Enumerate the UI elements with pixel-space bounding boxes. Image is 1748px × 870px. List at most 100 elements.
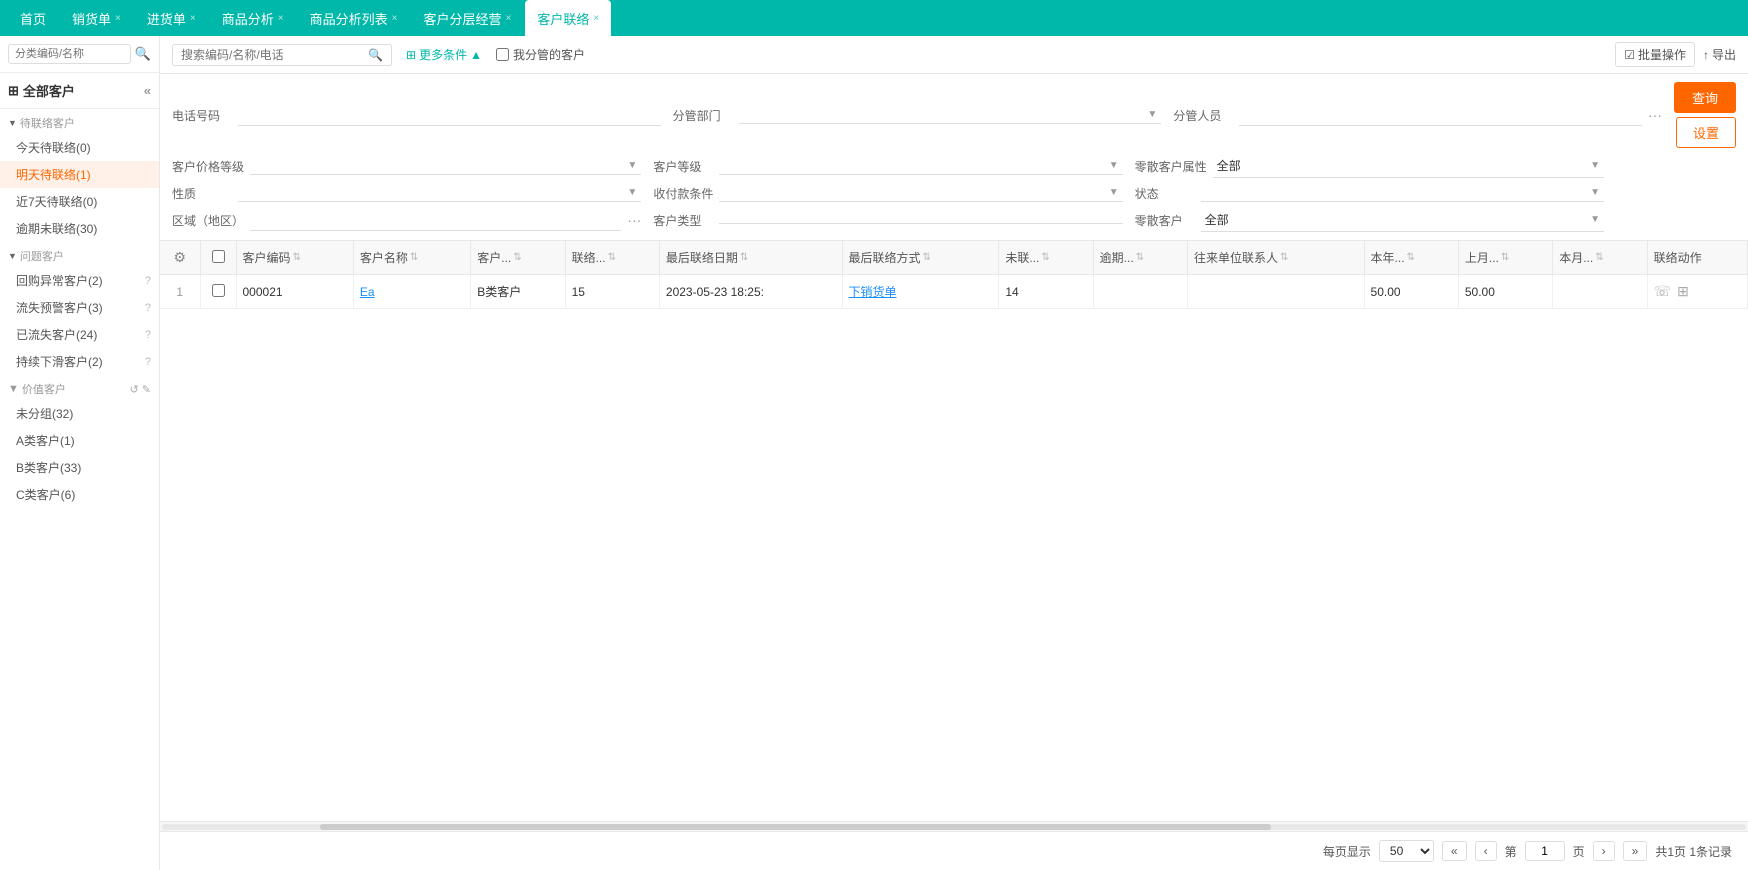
sidebar-problem-item[interactable]: 流失预警客户(3)?	[0, 294, 159, 321]
help-icon[interactable]: ?	[145, 356, 151, 368]
select-all-checkbox[interactable]	[212, 250, 225, 263]
last-contact-method-cell[interactable]: 下销货单	[842, 275, 999, 309]
checkbox-column-header[interactable]	[200, 241, 236, 275]
sidebar-pending-item[interactable]: 近7天待联络(0)	[0, 188, 159, 215]
nav-item-客户联络[interactable]: 客户联络×	[525, 0, 611, 36]
first-page-button[interactable]: «	[1442, 841, 1467, 861]
sidebar-search-input[interactable]	[8, 44, 131, 64]
payment-select[interactable]: ▼	[719, 184, 1122, 202]
setting-button[interactable]: 设置	[1676, 117, 1736, 148]
page-number-input[interactable]	[1525, 841, 1565, 861]
sidebar-search-icon[interactable]: 🔍	[135, 46, 151, 62]
retail-attr-value: 全部	[1217, 157, 1241, 174]
nature-select[interactable]: ▼	[238, 184, 641, 202]
settings-column-header[interactable]: ⚙	[160, 241, 200, 275]
row-checkbox[interactable]	[212, 284, 225, 297]
this-month-header[interactable]: 本月... ⇅	[1553, 241, 1647, 275]
sidebar-search-bar: 🔍	[0, 36, 159, 73]
retail-cust-select[interactable]: 全部 ▼	[1201, 208, 1604, 232]
nav-close-客户联络[interactable]: ×	[593, 13, 599, 24]
customer-name-cell-link[interactable]: Ea	[360, 285, 375, 299]
customer-code-header[interactable]: 客户编码 ⇅	[236, 241, 353, 275]
overdue-header[interactable]: 逾期... ⇅	[1093, 241, 1187, 275]
scrollbar-thumb[interactable]	[320, 824, 1270, 830]
price-grade-select[interactable]: ▼	[250, 157, 641, 175]
phone-input[interactable]	[238, 105, 661, 126]
customer-name-header[interactable]: 客户名称 ⇅	[353, 241, 470, 275]
sidebar-problem-item[interactable]: 持续下滑客户(2)?	[0, 348, 159, 375]
value-section-icons[interactable]: ↺ ✎	[130, 383, 152, 396]
last-month-header[interactable]: 上月... ⇅	[1458, 241, 1552, 275]
price-grade-label: 客户价格等级	[172, 158, 244, 175]
nav-close-进货单[interactable]: ×	[190, 13, 196, 24]
contact-person-header[interactable]: 往来单位联系人 ⇅	[1188, 241, 1365, 275]
my-customers-checkbox[interactable]	[496, 48, 509, 61]
my-customers-check: 我分管的客户	[496, 46, 585, 63]
cust-grade-select[interactable]: ▼	[719, 157, 1122, 175]
main-search-input[interactable]	[181, 48, 364, 62]
last-contact-date-header[interactable]: 最后联络日期 ⇅	[659, 241, 842, 275]
nav-item-进货单[interactable]: 进货单×	[135, 0, 208, 36]
export-label: 导出	[1712, 46, 1736, 63]
chevron-up-icon: ▲	[470, 48, 482, 62]
region-dots[interactable]: ···	[627, 212, 641, 228]
horizontal-scrollbar[interactable]	[160, 821, 1748, 831]
top-navigation: 首页销货单×进货单×商品分析×商品分析列表×客户分层经营×客户联络×	[0, 0, 1748, 36]
gear-icon[interactable]: ⚙	[173, 249, 186, 265]
contact-count-header[interactable]: 联络... ⇅	[565, 241, 659, 275]
uncontact-days-header[interactable]: 未联... ⇅	[999, 241, 1093, 275]
call-icon[interactable]: ☏	[1654, 283, 1672, 300]
retail-attr-select[interactable]: 全部 ▼	[1213, 154, 1604, 178]
sidebar-problem-item[interactable]: 回购异常客户(2)?	[0, 267, 159, 294]
last-contact-method-cell-link[interactable]: 下销货单	[849, 285, 897, 299]
all-customers-header[interactable]: ⊞ 全部客户 «	[0, 73, 159, 109]
query-button[interactable]: 查询	[1674, 82, 1736, 113]
export-button[interactable]: ↑ 导出	[1703, 46, 1736, 63]
person-input[interactable]	[1239, 105, 1642, 126]
row-actions-cell[interactable]: ☏⊞	[1647, 275, 1747, 309]
nav-item-销货单[interactable]: 销货单×	[60, 0, 133, 36]
customer-name-cell[interactable]: Ea	[353, 275, 470, 309]
sidebar-value-item[interactable]: C类客户(6)	[0, 481, 159, 508]
sidebar-pending-item[interactable]: 明天待联络(1)	[0, 161, 159, 188]
nav-item-商品分析列表[interactable]: 商品分析列表×	[298, 0, 410, 36]
status-select[interactable]: ▼	[1201, 184, 1604, 202]
collapse-icon[interactable]: «	[144, 83, 151, 98]
cust-type-label: 客户类型	[653, 212, 713, 229]
help-icon[interactable]: ?	[145, 275, 151, 287]
sidebar-value-item[interactable]: B类客户(33)	[0, 454, 159, 481]
help-icon[interactable]: ?	[145, 329, 151, 341]
region-label: 区域（地区）	[172, 212, 244, 229]
dept-select[interactable]: ▼	[739, 106, 1162, 124]
qr-icon[interactable]: ⊞	[1677, 283, 1689, 300]
per-page-select[interactable]: 50 100 200	[1379, 840, 1434, 862]
more-conditions-btn[interactable]: ⊞ 更多条件 ▲	[400, 43, 488, 66]
main-search-icon[interactable]: 🔍	[368, 48, 383, 62]
person-dots[interactable]: ···	[1648, 107, 1662, 123]
sidebar-problem-item[interactable]: 已流失客户(24)?	[0, 321, 159, 348]
sidebar-pending-item[interactable]: 逾期未联络(30)	[0, 215, 159, 242]
last-page-button[interactable]: »	[1623, 841, 1648, 861]
nav-close-商品分析列表[interactable]: ×	[392, 13, 398, 24]
customer-type-header[interactable]: 客户... ⇅	[471, 241, 565, 275]
batch-op-button[interactable]: ☑ 批量操作	[1615, 42, 1695, 67]
nav-item-商品分析[interactable]: 商品分析×	[210, 0, 296, 36]
nav-item-客户分层经营[interactable]: 客户分层经营×	[411, 0, 523, 36]
action-buttons: 查询 设置	[1674, 82, 1736, 148]
sidebar-pending-item[interactable]: 今天待联络(0)	[0, 134, 159, 161]
region-input[interactable]	[250, 210, 621, 231]
nav-item-首页[interactable]: 首页	[8, 0, 58, 36]
row-checkbox[interactable]	[200, 275, 236, 309]
prev-page-button[interactable]: ‹	[1475, 841, 1497, 861]
year-amount-header[interactable]: 本年... ⇅	[1364, 241, 1458, 275]
nav-close-商品分析[interactable]: ×	[278, 13, 284, 24]
last-contact-method-header[interactable]: 最后联络方式 ⇅	[842, 241, 999, 275]
sidebar-value-item[interactable]: 未分组(32)	[0, 400, 159, 427]
next-page-button[interactable]: ›	[1593, 841, 1615, 861]
cust-type-select[interactable]	[719, 217, 1122, 224]
cust-grade-arrow: ▼	[1109, 160, 1119, 171]
nav-close-销货单[interactable]: ×	[115, 13, 121, 24]
help-icon[interactable]: ?	[145, 302, 151, 314]
nav-close-客户分层经营[interactable]: ×	[505, 13, 511, 24]
sidebar-value-item[interactable]: A类客户(1)	[0, 427, 159, 454]
